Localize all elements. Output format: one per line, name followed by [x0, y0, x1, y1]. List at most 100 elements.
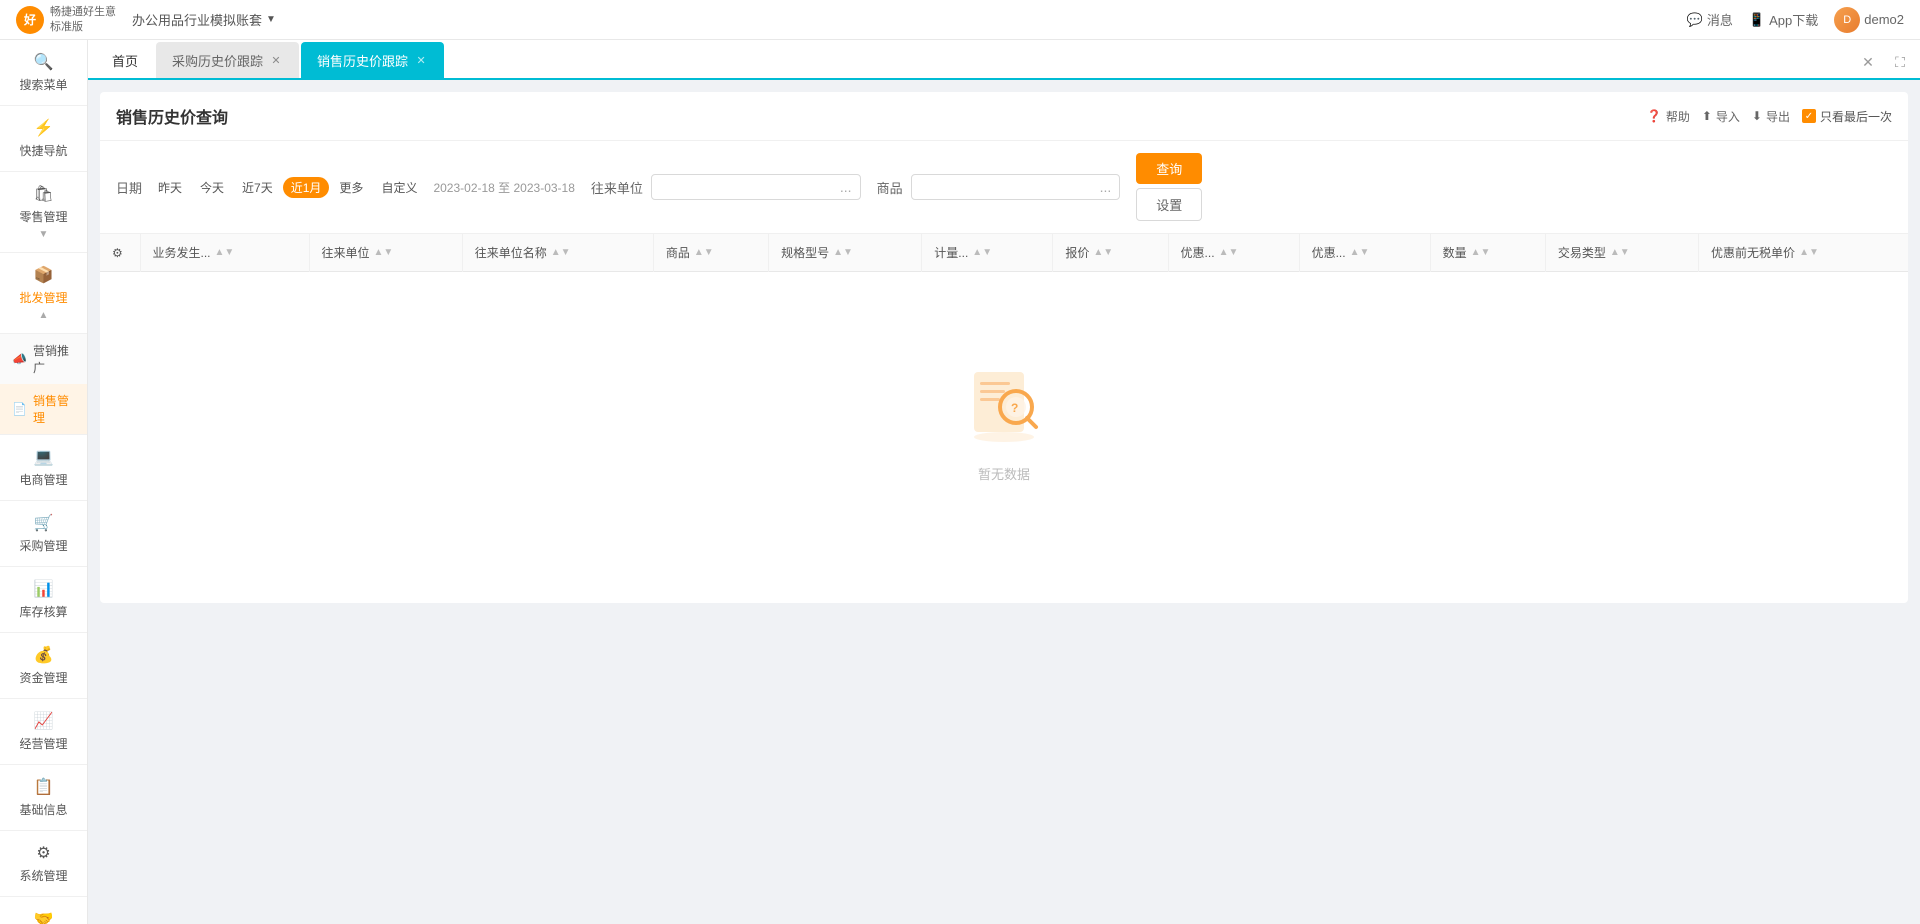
- date-tab-last7[interactable]: 近7天: [234, 177, 281, 198]
- product-filter-group: 商品 ...: [877, 174, 1121, 200]
- tab-sales-history-close[interactable]: ✕: [414, 53, 428, 67]
- table-col-quantity[interactable]: 数量 ▲▼: [1430, 234, 1545, 272]
- tab-bar-actions: ✕ ⛶: [1856, 50, 1912, 78]
- empty-state: ? 暂无数据: [100, 272, 1908, 603]
- only-last-checkbox[interactable]: ✓ 只看最后一次: [1802, 108, 1892, 125]
- sidebar-item-label: 资金管理: [19, 669, 67, 686]
- product-input-wrap: ...: [911, 174, 1121, 200]
- marketing-icon: 📣: [12, 352, 27, 366]
- app-logo-icon: 好: [16, 6, 44, 34]
- date-tab-1month[interactable]: 近1月: [283, 177, 330, 198]
- partner-select-btn[interactable]: ...: [840, 179, 852, 195]
- system-icon: ⚙: [36, 843, 50, 863]
- sidebar-item-label: 库存核算: [19, 603, 67, 620]
- sidebar-item-search-menu[interactable]: 🔍 搜索菜单: [0, 40, 87, 106]
- help-icon: ❓: [1647, 109, 1662, 123]
- page-actions: ❓ 帮助 ⬆ 导入 ⬇ 导出 ✓ 只看最后一次: [1647, 108, 1892, 125]
- sidebar-item-label: 批发管理: [19, 289, 67, 306]
- sidebar-item-system-mgmt[interactable]: ⚙ 系统管理: [0, 831, 87, 897]
- chevron-up-icon: ▲: [39, 310, 49, 321]
- date-filter-group: 日期 昨天 今天 近7天 近1月 更多 自定义 2023-02-18 至 202…: [116, 177, 575, 198]
- ecom-icon: 💻: [34, 447, 54, 467]
- message-icon: 💬: [1687, 12, 1703, 28]
- avatar: D: [1834, 7, 1860, 33]
- sidebar-item-purchase-mgmt[interactable]: 🛒 采购管理: [0, 501, 87, 567]
- sidebar-item-label: 采购管理: [19, 537, 67, 554]
- sidebar-item-quick-nav[interactable]: ⚡ 快捷导航: [0, 106, 87, 172]
- table-col-discount1[interactable]: 优惠... ▲▼: [1168, 234, 1299, 272]
- partner-input[interactable]: [660, 180, 836, 195]
- table-col-partner-name[interactable]: 往来单位名称 ▲▼: [462, 234, 653, 272]
- tab-purchase-history[interactable]: 采购历史价跟踪 ✕: [156, 42, 299, 78]
- product-select-btn[interactable]: ...: [1100, 179, 1112, 195]
- filter-area: 日期 昨天 今天 近7天 近1月 更多 自定义 2023-02-18 至 202…: [100, 141, 1908, 234]
- page-title-bar: 销售历史价查询 ❓ 帮助 ⬆ 导入 ⬇ 导出: [100, 92, 1908, 141]
- table-wrap: ⚙ 业务发生... ▲▼ 往来: [100, 234, 1908, 272]
- content-area: 首页 采购历史价跟踪 ✕ 销售历史价跟踪 ✕ ✕ ⛶ 销售历史价查询: [88, 40, 1920, 924]
- table-col-quote[interactable]: 报价 ▲▼: [1053, 234, 1168, 272]
- date-tab-today[interactable]: 今天: [192, 177, 232, 198]
- table-col-pretax-price[interactable]: 优惠前无税单价 ▲▼: [1699, 234, 1908, 272]
- table-col-trade-type[interactable]: 交易类型 ▲▼: [1545, 234, 1698, 272]
- partner-filter-label: 往来单位: [591, 178, 643, 197]
- sidebar-item-inventory-check[interactable]: 📊 库存核算: [0, 567, 87, 633]
- table-col-discount2[interactable]: 优惠... ▲▼: [1299, 234, 1430, 272]
- sidebar-item-retail-mgmt[interactable]: 🛍 零售管理 ▼: [0, 172, 87, 253]
- empty-text: 暂无数据: [978, 464, 1030, 483]
- app-selector[interactable]: 办公用品行业模拟账套 ▼: [124, 6, 284, 33]
- import-btn[interactable]: ⬆ 导入: [1702, 108, 1740, 125]
- checkbox-checked-icon: ✓: [1802, 109, 1816, 123]
- tab-home[interactable]: 首页: [96, 42, 154, 78]
- settings-button[interactable]: 设置: [1136, 188, 1202, 221]
- tab-maximize-btn[interactable]: ⛶: [1888, 50, 1912, 74]
- sort-icon: ▲▼: [694, 248, 714, 258]
- page-title: 销售历史价查询: [116, 104, 228, 128]
- export-btn[interactable]: ⬇ 导出: [1752, 108, 1790, 125]
- top-bar: 好 畅捷通好生意 标准版 办公用品行业模拟账套 ▼ 💬 消息 📱 App下载 D…: [0, 0, 1920, 40]
- query-button[interactable]: 查询: [1136, 153, 1202, 184]
- sort-icon: ▲▼: [1471, 248, 1491, 258]
- ops-icon: 📈: [34, 711, 54, 731]
- sidebar-item-label: 系统管理: [19, 867, 67, 884]
- sidebar-item-label: 搜索菜单: [19, 76, 67, 93]
- sidebar-item-capital-mgmt[interactable]: 💰 资金管理: [0, 633, 87, 699]
- app-selector-label: 办公用品行业模拟账套: [132, 10, 262, 29]
- help-btn[interactable]: ❓ 帮助: [1647, 108, 1690, 125]
- main-layout: 🔍 搜索菜单 ⚡ 快捷导航 🛍 零售管理 ▼ 📦 批发管理 ▲ 📣 营销推广 📄…: [0, 40, 1920, 924]
- table-col-partner-code[interactable]: 往来单位 ▲▼: [309, 234, 462, 272]
- tab-bar: 首页 采购历史价跟踪 ✕ 销售历史价跟踪 ✕ ✕ ⛶: [88, 40, 1920, 80]
- product-input[interactable]: [920, 180, 1096, 195]
- tab-sales-history[interactable]: 销售历史价跟踪 ✕: [301, 42, 444, 78]
- retail-icon: 🛍: [33, 184, 53, 204]
- data-table: ⚙ 业务发生... ▲▼ 往来: [100, 234, 1908, 272]
- table-col-biz-date[interactable]: 业务发生... ▲▼: [140, 234, 309, 272]
- message-action[interactable]: 💬 消息: [1687, 10, 1733, 29]
- app-logo-text: 畅捷通好生意 标准版: [50, 5, 116, 34]
- tab-close-all-btn[interactable]: ✕: [1856, 50, 1880, 74]
- sidebar-item-marketing-promo[interactable]: 📣 营销推广: [0, 334, 87, 384]
- sort-icon: ▲▼: [215, 248, 235, 258]
- sidebar-item-ecom-mgmt[interactable]: 💻 电商管理: [0, 435, 87, 501]
- table-col-settings[interactable]: ⚙: [100, 234, 140, 272]
- date-tab-yesterday[interactable]: 昨天: [150, 177, 190, 198]
- sort-icon: ▲▼: [374, 248, 394, 258]
- purchase-icon: 🛒: [34, 513, 54, 533]
- table-header: ⚙ 业务发生... ▲▼ 往来: [100, 234, 1908, 272]
- app-download-action[interactable]: 📱 App下载: [1749, 10, 1818, 29]
- partner-input-wrap: ...: [651, 174, 861, 200]
- sidebar-item-basic-info[interactable]: 📋 基础信息: [0, 765, 87, 831]
- date-tab-more[interactable]: 更多: [331, 177, 371, 198]
- table-col-product[interactable]: 商品 ▲▼: [653, 234, 768, 272]
- tab-purchase-history-close[interactable]: ✕: [269, 53, 283, 67]
- sort-icon: ▲▼: [1610, 248, 1630, 258]
- collab-icon: 🤝: [34, 909, 54, 924]
- sidebar-item-ops-mgmt[interactable]: 📈 经营管理: [0, 699, 87, 765]
- capital-icon: 💰: [34, 645, 54, 665]
- sidebar-item-wholesale-mgmt[interactable]: 📦 批发管理 ▲: [0, 253, 87, 334]
- date-tab-custom[interactable]: 自定义: [373, 177, 425, 198]
- sidebar-item-enterprise-collab[interactable]: 🤝 企业协同: [0, 897, 87, 924]
- table-col-unit[interactable]: 计量... ▲▼: [922, 234, 1053, 272]
- table-col-spec[interactable]: 规格型号 ▲▼: [769, 234, 922, 272]
- user-action[interactable]: D demo2: [1834, 7, 1904, 33]
- sidebar-item-sales-mgmt[interactable]: 📄 销售管理: [0, 384, 87, 434]
